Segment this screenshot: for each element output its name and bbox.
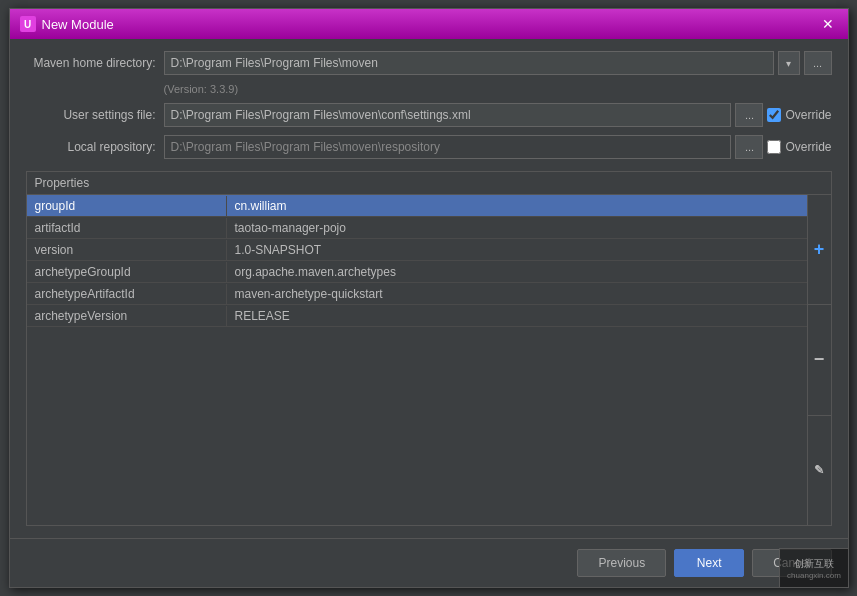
- local-repo-input: [164, 135, 732, 159]
- prop-value: maven-archetype-quickstart: [227, 284, 807, 304]
- watermark: 创新互联 chuangxin.com: [779, 548, 849, 588]
- title-bar-left: U New Module: [20, 16, 114, 32]
- user-settings-override-group: Override: [767, 108, 831, 122]
- dialog-footer: Previous Next Cancel: [10, 538, 848, 587]
- local-repo-input-row: ... Override: [164, 135, 832, 159]
- user-settings-input-row: ... Override: [164, 103, 832, 127]
- user-settings-override-label: Override: [785, 108, 831, 122]
- user-settings-label: User settings file:: [26, 108, 156, 122]
- maven-home-label: Maven home directory:: [26, 56, 156, 70]
- prop-key: archetypeGroupId: [27, 262, 227, 282]
- user-settings-input[interactable]: [164, 103, 732, 127]
- local-repo-label: Local repository:: [26, 140, 156, 154]
- user-settings-row: User settings file: ... Override: [26, 103, 832, 127]
- table-row[interactable]: artifactIdtaotao-manager-pojo: [27, 217, 807, 239]
- local-repo-row: Local repository: ... Override: [26, 135, 832, 159]
- table-row[interactable]: archetypeArtifactIdmaven-archetype-quick…: [27, 283, 807, 305]
- properties-table: groupIdcn.williamartifactIdtaotao-manage…: [27, 195, 807, 525]
- maven-home-dropdown-btn[interactable]: ▾: [778, 51, 800, 75]
- table-row[interactable]: archetypeGroupIdorg.apache.maven.archety…: [27, 261, 807, 283]
- prop-key: artifactId: [27, 218, 227, 238]
- maven-version: (Version: 3.3.9): [164, 83, 832, 95]
- next-button[interactable]: Next: [674, 549, 744, 577]
- properties-section: Properties groupIdcn.williamartifactIdta…: [26, 171, 832, 526]
- prop-key: groupId: [27, 196, 227, 216]
- prop-value: org.apache.maven.archetypes: [227, 262, 807, 282]
- close-button[interactable]: ✕: [818, 14, 838, 34]
- watermark-line2: chuangxin.com: [787, 571, 841, 580]
- prop-value: RELEASE: [227, 306, 807, 326]
- user-settings-browse-btn[interactable]: ...: [735, 103, 763, 127]
- local-repo-override-checkbox[interactable]: [767, 140, 781, 154]
- user-settings-override-checkbox[interactable]: [767, 108, 781, 122]
- maven-home-input-row: ▾ ...: [164, 51, 832, 75]
- prop-action-buttons: + − ✎: [807, 195, 831, 525]
- dialog-title: New Module: [42, 17, 114, 32]
- prop-key: archetypeVersion: [27, 306, 227, 326]
- prop-value: cn.william: [227, 196, 807, 216]
- add-property-button[interactable]: +: [808, 195, 831, 305]
- watermark-line1: 创新互联: [794, 557, 834, 571]
- properties-header: Properties: [27, 172, 831, 195]
- prop-key: archetypeArtifactId: [27, 284, 227, 304]
- prop-key: version: [27, 240, 227, 260]
- prop-value: taotao-manager-pojo: [227, 218, 807, 238]
- edit-property-button[interactable]: ✎: [808, 416, 831, 525]
- dialog-icon: U: [20, 16, 36, 32]
- local-repo-browse-btn[interactable]: ...: [735, 135, 763, 159]
- maven-home-input[interactable]: [164, 51, 774, 75]
- dialog-content: Maven home directory: ▾ ... (Version: 3.…: [10, 39, 848, 538]
- title-bar: U New Module ✕: [10, 9, 848, 39]
- maven-home-row: Maven home directory: ▾ ...: [26, 51, 832, 75]
- table-row[interactable]: version1.0-SNAPSHOT: [27, 239, 807, 261]
- previous-button[interactable]: Previous: [577, 549, 666, 577]
- local-repo-override-label: Override: [785, 140, 831, 154]
- table-row[interactable]: groupIdcn.william: [27, 195, 807, 217]
- prop-value: 1.0-SNAPSHOT: [227, 240, 807, 260]
- local-repo-override-group: Override: [767, 140, 831, 154]
- new-module-dialog: U New Module ✕ Maven home directory: ▾ .…: [9, 8, 849, 588]
- remove-property-button[interactable]: −: [808, 305, 831, 415]
- table-row[interactable]: archetypeVersionRELEASE: [27, 305, 807, 327]
- maven-home-browse-btn[interactable]: ...: [804, 51, 832, 75]
